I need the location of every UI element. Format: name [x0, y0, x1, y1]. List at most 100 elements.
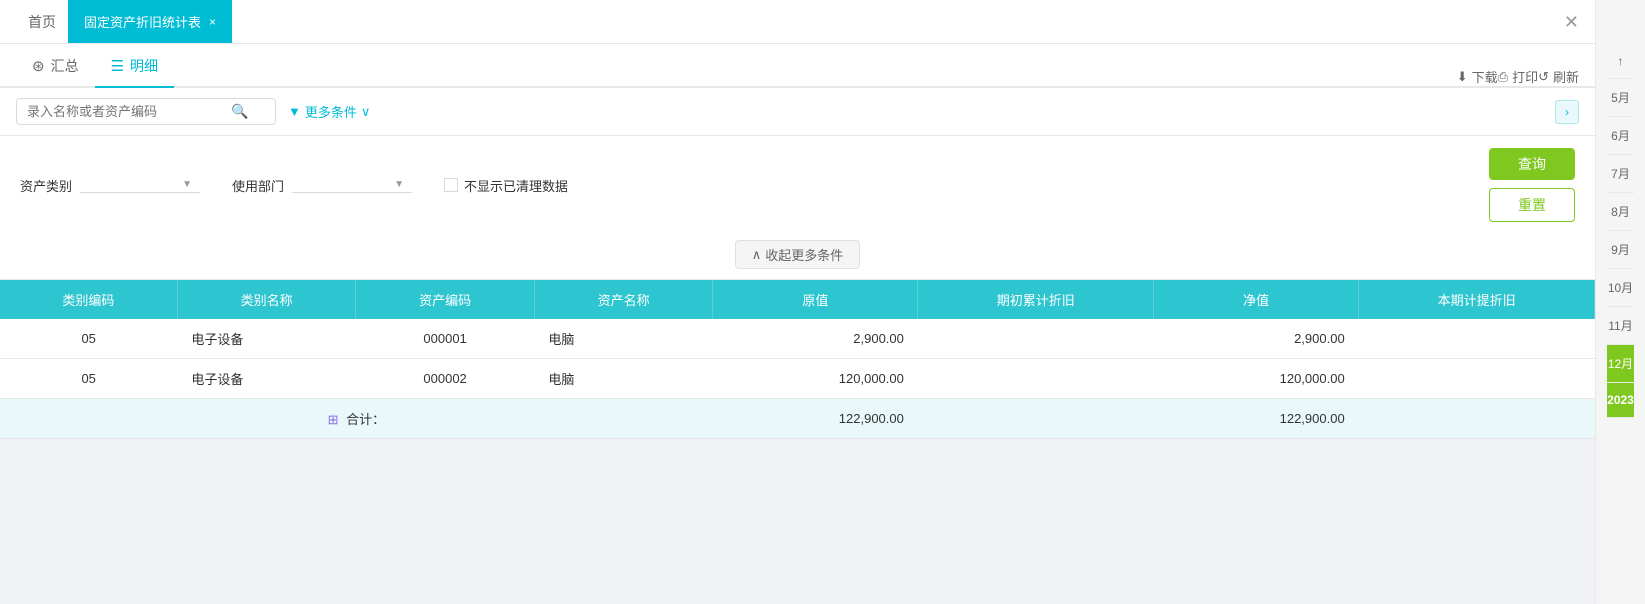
tab-detail-label: 明细 — [130, 56, 158, 76]
refresh-button[interactable]: ↺ 刷新 — [1538, 67, 1579, 86]
right-panel-month-7月[interactable]: 7月 — [1607, 155, 1634, 193]
cell-category-name: 电子设备 — [177, 319, 355, 359]
total-accum-depreciation — [918, 399, 1154, 439]
search-icon: 🔍 — [231, 103, 248, 120]
search-input[interactable] — [27, 104, 227, 119]
table-row: 05 电子设备 000001 电脑 2,900.00 2,900.00 — [0, 319, 1595, 359]
download-button[interactable]: ⬇ 下载 — [1457, 67, 1498, 86]
right-panel-year[interactable]: 2023 — [1607, 383, 1634, 418]
right-panel-month-8月[interactable]: 8月 — [1607, 193, 1634, 231]
reset-button[interactable]: 重置 — [1489, 188, 1575, 222]
col-accum-depreciation: 期初累计折旧 — [918, 280, 1154, 319]
collapse-bar: ∧ 收起更多条件 — [20, 232, 1575, 279]
data-table-wrap: 类别编码 类别名称 资产编码 资产名称 原值 期初累计折旧 净值 本期计提折旧 … — [0, 280, 1595, 439]
cell-current-depreciation — [1359, 319, 1595, 359]
right-panel-month-6月[interactable]: 6月 — [1607, 117, 1634, 155]
total-net-value: 122,900.00 — [1154, 399, 1359, 439]
col-category-code: 类别编码 — [0, 280, 177, 319]
tab-bar: ⊛ 汇总 ☰ 明细 ⬇ 下载 ⎙ 打印 ↺ 刷新 — [0, 44, 1595, 88]
tab-summary[interactable]: ⊛ 汇总 — [16, 46, 95, 88]
total-icon: ⊞ — [328, 412, 339, 427]
cell-net-value: 2,900.00 — [1154, 319, 1359, 359]
right-panel-month-10月[interactable]: 10月 — [1607, 269, 1634, 307]
total-label: 合计： — [346, 412, 385, 427]
right-panel-month-9月[interactable]: 9月 — [1607, 231, 1634, 269]
right-panel-month-11月[interactable]: 11月 — [1607, 307, 1634, 345]
total-current-depreciation — [1359, 399, 1595, 439]
cell-asset-code: 000002 — [356, 359, 534, 399]
cell-asset-name: 电脑 — [534, 319, 712, 359]
right-panel-month-5月[interactable]: 5月 — [1607, 79, 1634, 117]
tab-title: 固定资产折旧统计表 — [84, 12, 201, 31]
col-original-value: 原值 — [713, 280, 918, 319]
collapse-icon: ∧ — [752, 247, 762, 263]
download-label: 下载 — [1472, 67, 1498, 86]
cell-asset-code: 000001 — [356, 319, 534, 359]
print-icon: ⎙ — [1498, 69, 1508, 85]
cell-current-depreciation — [1359, 359, 1595, 399]
cell-net-value: 120,000.00 — [1154, 359, 1359, 399]
asset-category-field: 资产类别 ▼ — [20, 176, 200, 195]
print-button[interactable]: ⎙ 打印 — [1498, 67, 1538, 86]
total-row: ⊞ 合计： 122,900.00 122,900.00 — [0, 399, 1595, 439]
total-original-value: 122,900.00 — [713, 399, 918, 439]
cell-category-name: 电子设备 — [177, 359, 355, 399]
cell-asset-name: 电脑 — [534, 359, 712, 399]
top-nav: 首页 固定资产折旧统计表 × ✕ — [0, 0, 1595, 44]
department-field: 使用部门 ▼ — [232, 176, 412, 195]
print-label: 打印 — [1512, 67, 1538, 86]
cell-original-value: 2,900.00 — [713, 319, 918, 359]
detail-icon: ☰ — [111, 57, 124, 75]
filter-icon: ▼ — [288, 104, 301, 119]
asset-category-arrow-icon: ▼ — [182, 179, 192, 190]
col-net-value: 净值 — [1154, 280, 1359, 319]
asset-category-label: 资产类别 — [20, 176, 72, 195]
department-arrow-icon: ▼ — [394, 179, 404, 190]
download-icon: ⬇ — [1457, 69, 1468, 85]
refresh-label: 刷新 — [1553, 67, 1579, 86]
search-input-wrap: 🔍 — [16, 98, 276, 125]
no-cleared-checkbox-wrap: 不显示已清理数据 — [444, 176, 568, 195]
more-filter-button[interactable]: ▼ 更多条件 ∨ — [288, 102, 370, 121]
cell-category-code: 05 — [0, 359, 177, 399]
chevron-right-icon: › — [1565, 105, 1569, 119]
table-row: 05 电子设备 000002 电脑 120,000.00 120,000.00 — [0, 359, 1595, 399]
data-table: 类别编码 类别名称 资产编码 资产名称 原值 期初累计折旧 净值 本期计提折旧 … — [0, 280, 1595, 439]
collapse-label: 收起更多条件 — [765, 245, 843, 264]
col-asset-code: 资产编码 — [356, 280, 534, 319]
table-header-row: 类别编码 类别名称 资产编码 资产名称 原值 期初累计折旧 净值 本期计提折旧 — [0, 280, 1595, 319]
collapse-button[interactable]: ∧ 收起更多条件 — [735, 240, 861, 269]
cell-accum-depreciation — [918, 359, 1154, 399]
tab-detail[interactable]: ☰ 明细 — [95, 46, 174, 88]
right-panel-up[interactable]: ↑ — [1607, 44, 1634, 79]
asset-category-select[interactable]: ▼ — [80, 177, 200, 193]
summary-icon: ⊛ — [32, 57, 45, 75]
window-close-button[interactable]: ✕ — [1564, 13, 1579, 31]
cell-original-value: 120,000.00 — [713, 359, 918, 399]
search-bar: 🔍 ▼ 更多条件 ∨ › — [0, 88, 1595, 136]
no-cleared-label: 不显示已清理数据 — [464, 176, 568, 195]
filter-actions: 查询 重置 — [1489, 148, 1575, 222]
no-cleared-checkbox[interactable] — [444, 178, 458, 192]
tab-close-icon[interactable]: × — [209, 15, 216, 29]
home-nav[interactable]: 首页 — [16, 12, 68, 32]
department-label: 使用部门 — [232, 176, 284, 195]
right-panel-month-12月[interactable]: 12月 — [1607, 345, 1634, 383]
department-select[interactable]: ▼ — [292, 177, 412, 193]
tab-summary-label: 汇总 — [51, 56, 79, 76]
refresh-icon: ↺ — [1538, 69, 1549, 85]
col-category-name: 类别名称 — [177, 280, 355, 319]
filter-row: 资产类别 ▼ 使用部门 ▼ 不显示已清理数据 查询 — [20, 148, 1575, 232]
query-button[interactable]: 查询 — [1489, 148, 1575, 180]
cell-category-code: 05 — [0, 319, 177, 359]
col-asset-name: 资产名称 — [534, 280, 712, 319]
expand-panel-button[interactable]: › — [1555, 100, 1579, 124]
cell-accum-depreciation — [918, 319, 1154, 359]
more-filter-label: 更多条件 — [305, 102, 357, 121]
right-panel: ↑5月6月7月8月9月10月11月12月2023 — [1595, 0, 1645, 604]
col-current-depreciation: 本期计提折旧 — [1359, 280, 1595, 319]
filter-panel: 资产类别 ▼ 使用部门 ▼ 不显示已清理数据 查询 — [0, 136, 1595, 280]
active-tab[interactable]: 固定资产折旧统计表 × — [68, 0, 232, 43]
chevron-down-icon: ∨ — [361, 104, 371, 120]
total-label-cell: ⊞ 合计： — [0, 399, 713, 439]
